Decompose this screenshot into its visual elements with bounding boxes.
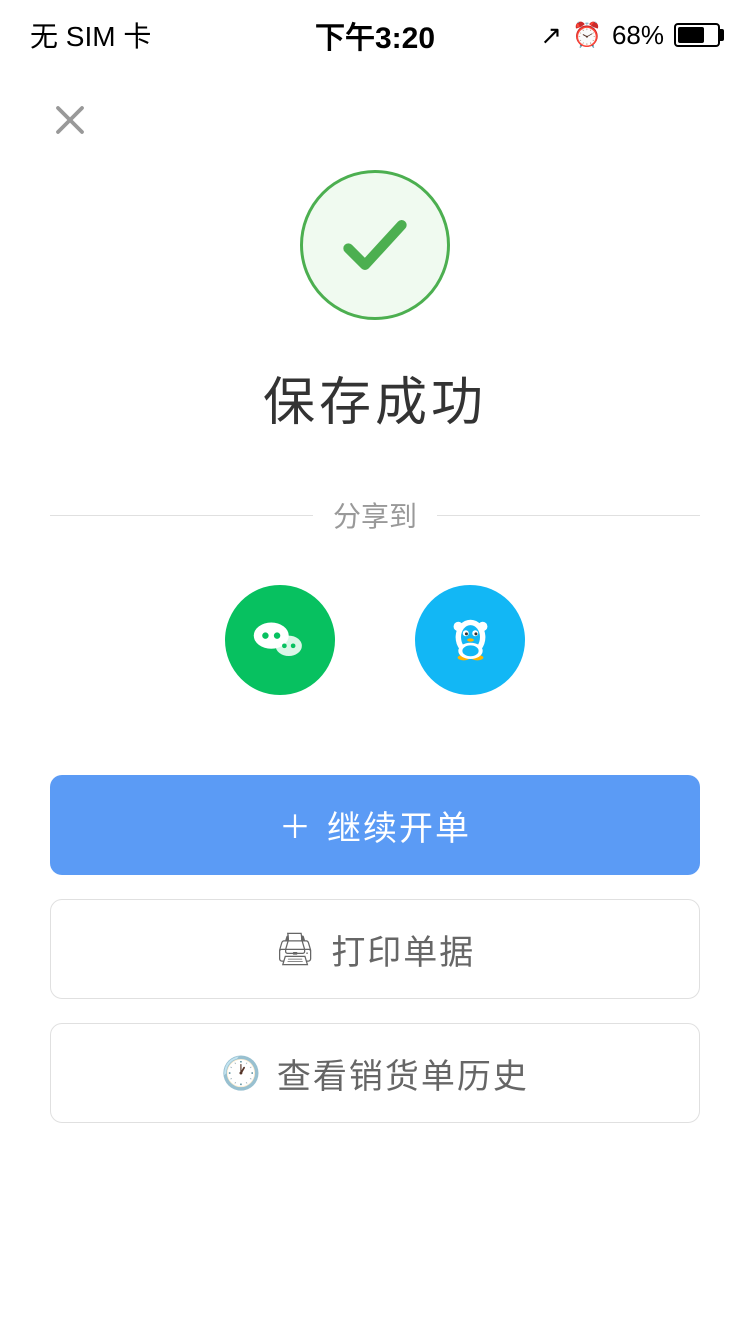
status-right: ↗ ⏰ 68% — [540, 20, 720, 51]
status-left: 无 SIM 卡 — [30, 15, 163, 55]
history-icon: 🕐 — [221, 1054, 261, 1092]
print-label: 打印单据 — [331, 925, 475, 974]
alarm-icon: ⏰ — [572, 21, 602, 50]
share-icons — [225, 585, 525, 695]
history-button[interactable]: 🕐 查看销货单历史 — [50, 1023, 700, 1123]
status-time: 下午3:20 — [315, 13, 435, 57]
battery-percentage: 68% — [612, 20, 664, 51]
share-section: 分享到 — [50, 495, 700, 695]
battery-icon — [674, 23, 720, 47]
qq-share-button[interactable] — [415, 585, 525, 695]
print-button[interactable]: 🖨 打印单据 — [50, 899, 700, 999]
continue-order-label: 继续开单 — [327, 801, 471, 850]
continue-order-button[interactable]: ＋ 继续开单 — [50, 775, 700, 875]
success-icon-circle — [300, 170, 450, 320]
share-label: 分享到 — [333, 495, 417, 535]
carrier-text: 无 SIM 卡 — [30, 15, 151, 55]
plus-icon: ＋ — [279, 802, 311, 848]
action-buttons: ＋ 继续开单 🖨 打印单据 🕐 查看销货单历史 — [50, 775, 700, 1123]
wechat-share-button[interactable] — [225, 585, 335, 695]
close-button[interactable] — [40, 90, 100, 150]
status-bar: 无 SIM 卡 下午3:20 ↗ ⏰ 68% — [0, 0, 750, 70]
history-label: 查看销货单历史 — [277, 1049, 529, 1098]
print-icon: 🖨 — [275, 930, 316, 968]
success-title: 保存成功 — [263, 360, 487, 435]
location-icon: ↗ — [540, 20, 562, 51]
page-content: 保存成功 分享到 — [0, 70, 750, 1334]
share-divider: 分享到 — [50, 495, 700, 535]
